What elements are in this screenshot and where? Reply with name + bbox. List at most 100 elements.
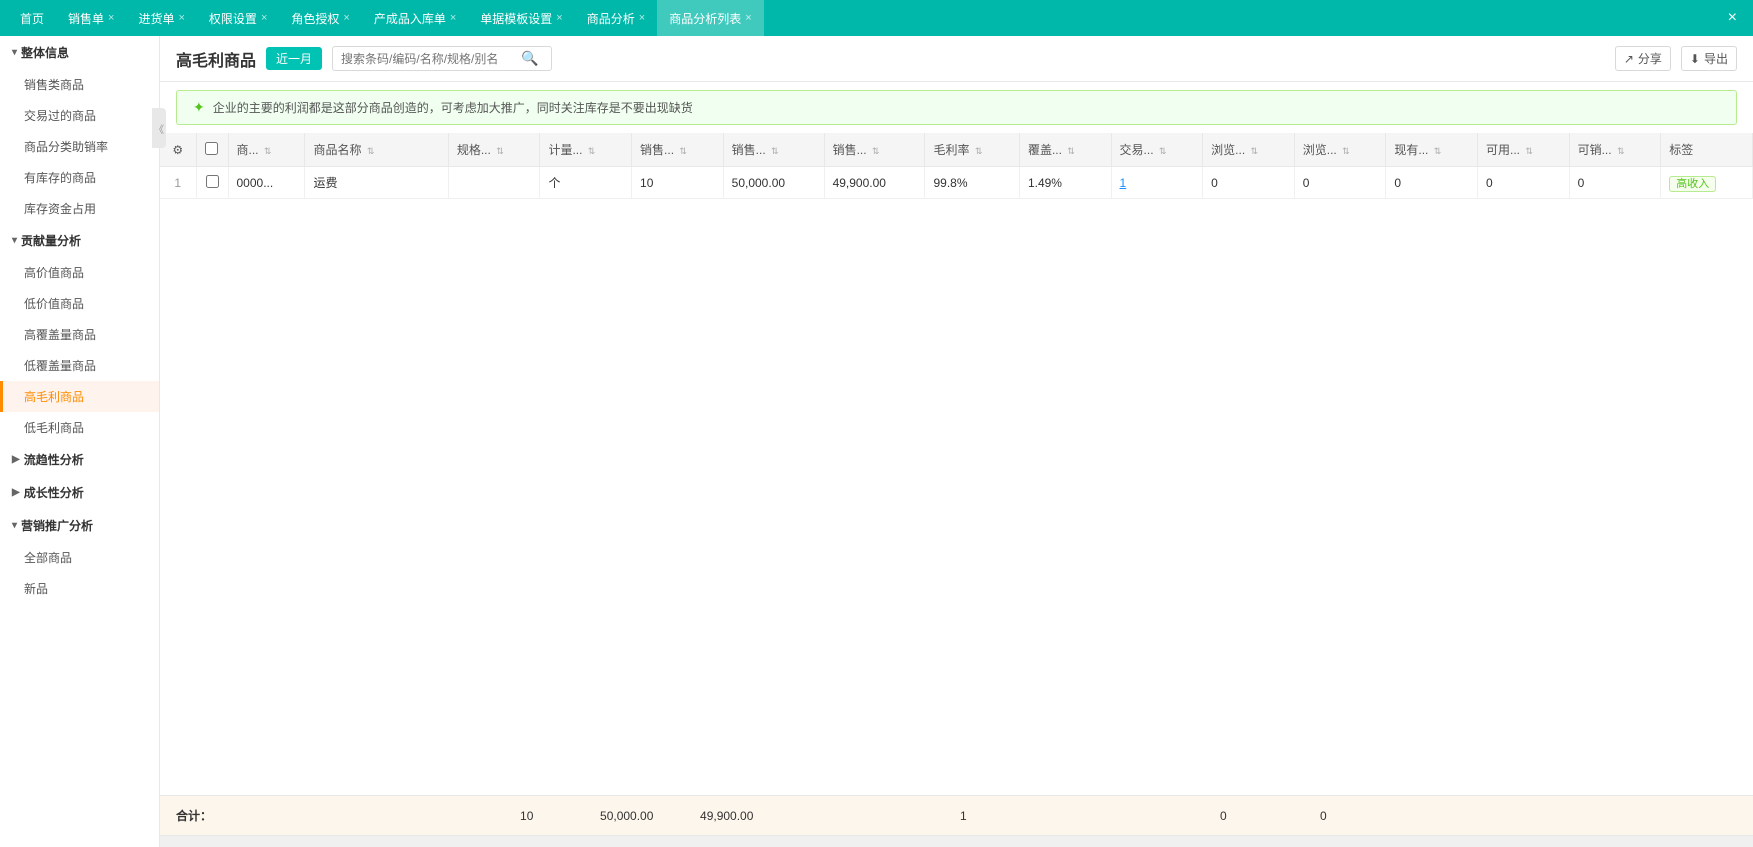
nav-template-settings-close[interactable]: × bbox=[556, 12, 562, 24]
nav-purchase-order-close[interactable]: × bbox=[178, 12, 184, 24]
col-margin[interactable]: 毛利率 ⇅ bbox=[925, 133, 1019, 167]
row-code: 0000... bbox=[228, 167, 305, 199]
col-available[interactable]: 可用... ⇅ bbox=[1477, 133, 1569, 167]
row-checkbox-cell[interactable] bbox=[196, 167, 228, 199]
sidebar-group-marketing[interactable]: ▾ 营销推广分析 bbox=[0, 509, 159, 542]
col-tag[interactable]: 标签 bbox=[1661, 133, 1753, 167]
nav-product-analysis-list-close[interactable]: × bbox=[745, 12, 751, 24]
arrow-contribution-icon: ▾ bbox=[12, 235, 17, 246]
window-close-button[interactable]: × bbox=[1720, 9, 1745, 27]
total-sales-amt: 50,000.00 bbox=[600, 809, 680, 823]
sort-sellable-icon: ⇅ bbox=[1617, 146, 1625, 156]
nav-product-analysis-close[interactable]: × bbox=[639, 12, 645, 24]
time-filter-button[interactable]: 近一月 bbox=[266, 47, 322, 70]
row-checkbox[interactable] bbox=[206, 175, 219, 188]
row-browse1: 0 bbox=[1203, 167, 1295, 199]
nav-sales-order-close[interactable]: × bbox=[108, 12, 114, 24]
col-coverage[interactable]: 覆盖... ⇅ bbox=[1019, 133, 1111, 167]
col-transaction[interactable]: 交易... ⇅ bbox=[1111, 133, 1203, 167]
select-all-checkbox[interactable] bbox=[205, 142, 218, 155]
nav-permission-settings-close[interactable]: × bbox=[261, 12, 267, 24]
sidebar-group-growth[interactable]: ▶ 成长性分析 bbox=[0, 476, 159, 509]
sidebar-item-traded-goods[interactable]: 交易过的商品 bbox=[0, 100, 159, 131]
row-transaction: 1 bbox=[1111, 167, 1203, 199]
row-tag: 高收入 bbox=[1661, 167, 1753, 199]
nav-sales-order[interactable]: 销售单 × bbox=[56, 0, 126, 36]
arrow-growth-icon: ▶ bbox=[12, 487, 20, 498]
sort-name-icon: ⇅ bbox=[367, 146, 375, 156]
col-sales-profit[interactable]: 销售... ⇅ bbox=[824, 133, 925, 167]
col-sales-amt[interactable]: 销售... ⇅ bbox=[723, 133, 824, 167]
row-unit: 个 bbox=[540, 167, 632, 199]
nav-product-inbound-close[interactable]: × bbox=[450, 12, 456, 24]
nav-home[interactable]: 首页 bbox=[8, 0, 56, 36]
col-code[interactable]: 商... ⇅ bbox=[228, 133, 305, 167]
sidebar-item-high-coverage[interactable]: 高覆盖量商品 bbox=[0, 319, 159, 350]
nav-purchase-order[interactable]: 进货单 × bbox=[126, 0, 196, 36]
sort-margin-icon: ⇅ bbox=[975, 146, 983, 156]
col-sales-qty[interactable]: 销售... ⇅ bbox=[632, 133, 724, 167]
sidebar-group-overall[interactable]: ▾ 整体信息 bbox=[0, 36, 159, 69]
main-layout: ▾ 整体信息 销售类商品 交易过的商品 商品分类助销率 有库存的商品 库存资金占… bbox=[0, 36, 1753, 847]
nav-role-auth-close[interactable]: × bbox=[343, 12, 349, 24]
col-checkbox[interactable] bbox=[196, 133, 228, 167]
sort-transaction-icon: ⇅ bbox=[1159, 146, 1167, 156]
nav-role-auth[interactable]: 角色授权 × bbox=[279, 0, 361, 36]
nav-product-analysis[interactable]: 商品分析 × bbox=[575, 0, 657, 36]
row-number: 1 bbox=[160, 167, 196, 199]
row-sellable: 0 bbox=[1569, 167, 1661, 199]
nav-permission-settings[interactable]: 权限设置 × bbox=[197, 0, 279, 36]
search-box: 🔍 bbox=[332, 46, 552, 71]
row-margin: 99.8% bbox=[925, 167, 1019, 199]
total-transaction: 1 bbox=[960, 809, 1040, 823]
sort-spec-icon: ⇅ bbox=[496, 146, 504, 156]
sidebar-item-high-margin[interactable]: 高毛利商品 bbox=[0, 381, 159, 412]
sidebar-item-stock-capital[interactable]: 库存资金占用 bbox=[0, 193, 159, 224]
nav-product-inbound[interactable]: 产成品入库单 × bbox=[362, 0, 468, 36]
row-browse2: 0 bbox=[1294, 167, 1386, 199]
col-current-stock[interactable]: 现有... ⇅ bbox=[1386, 133, 1478, 167]
search-icon[interactable]: 🔍 bbox=[521, 50, 538, 67]
total-current-stock: 0 bbox=[1220, 809, 1300, 823]
sidebar-group-trend[interactable]: ▶ 流趋性分析 bbox=[0, 443, 159, 476]
sidebar-item-new-goods[interactable]: 新品 bbox=[0, 573, 159, 604]
info-banner: ✦ 企业的主要的利润都是这部分商品创造的，可考虑加大推广，同时关注库存是不要出现… bbox=[176, 90, 1737, 125]
search-input[interactable] bbox=[341, 52, 521, 66]
horizontal-scrollbar[interactable] bbox=[160, 835, 1753, 847]
table-row: 1 0000... 运费 个 10 50,000.00 49,900.00 99… bbox=[160, 167, 1753, 199]
share-button[interactable]: ↗ 分享 bbox=[1615, 46, 1671, 71]
row-current-stock: 0 bbox=[1386, 167, 1478, 199]
nav-template-settings[interactable]: 单据模板设置 × bbox=[468, 0, 574, 36]
col-browse1[interactable]: 浏览... ⇅ bbox=[1203, 133, 1295, 167]
table-wrap: ⚙ 商... ⇅ 商品名称 ⇅ bbox=[160, 133, 1753, 795]
sidebar-item-low-value[interactable]: 低价值商品 bbox=[0, 288, 159, 319]
sidebar-item-stock-goods[interactable]: 有库存的商品 bbox=[0, 162, 159, 193]
col-unit[interactable]: 计量... ⇅ bbox=[540, 133, 632, 167]
row-sales-amt: 50,000.00 bbox=[723, 167, 824, 199]
export-button[interactable]: ⬇ 导出 bbox=[1681, 46, 1737, 71]
sidebar-item-category-rate[interactable]: 商品分类助销率 bbox=[0, 131, 159, 162]
export-icon: ⬇ bbox=[1690, 52, 1700, 66]
sidebar-item-low-margin[interactable]: 低毛利商品 bbox=[0, 412, 159, 443]
sort-sales-qty-icon: ⇅ bbox=[679, 146, 687, 156]
sidebar-item-all-goods[interactable]: 全部商品 bbox=[0, 542, 159, 573]
total-sales-qty: 10 bbox=[520, 809, 580, 823]
nav-product-analysis-list[interactable]: 商品分析列表 × bbox=[657, 0, 763, 36]
col-browse2[interactable]: 浏览... ⇅ bbox=[1294, 133, 1386, 167]
sidebar-item-high-value[interactable]: 高价值商品 bbox=[0, 257, 159, 288]
sort-unit-icon: ⇅ bbox=[588, 146, 596, 156]
col-spec[interactable]: 规格... ⇅ bbox=[448, 133, 540, 167]
sidebar-item-sales-goods[interactable]: 销售类商品 bbox=[0, 69, 159, 100]
sidebar-collapse-button[interactable]: 《 bbox=[152, 108, 166, 148]
page-title: 高毛利商品 bbox=[176, 47, 256, 71]
row-sales-qty: 10 bbox=[632, 167, 724, 199]
arrow-trend-icon: ▶ bbox=[12, 454, 20, 465]
sidebar-group-contribution[interactable]: ▾ 贡献量分析 bbox=[0, 224, 159, 257]
col-sellable[interactable]: 可销... ⇅ bbox=[1569, 133, 1661, 167]
info-icon: ✦ bbox=[193, 99, 205, 116]
sidebar-item-low-coverage[interactable]: 低覆盖量商品 bbox=[0, 350, 159, 381]
row-spec bbox=[448, 167, 540, 199]
col-name[interactable]: 商品名称 ⇅ bbox=[305, 133, 448, 167]
arrow-marketing-icon: ▾ bbox=[12, 520, 17, 531]
total-available: 0 bbox=[1320, 809, 1400, 823]
